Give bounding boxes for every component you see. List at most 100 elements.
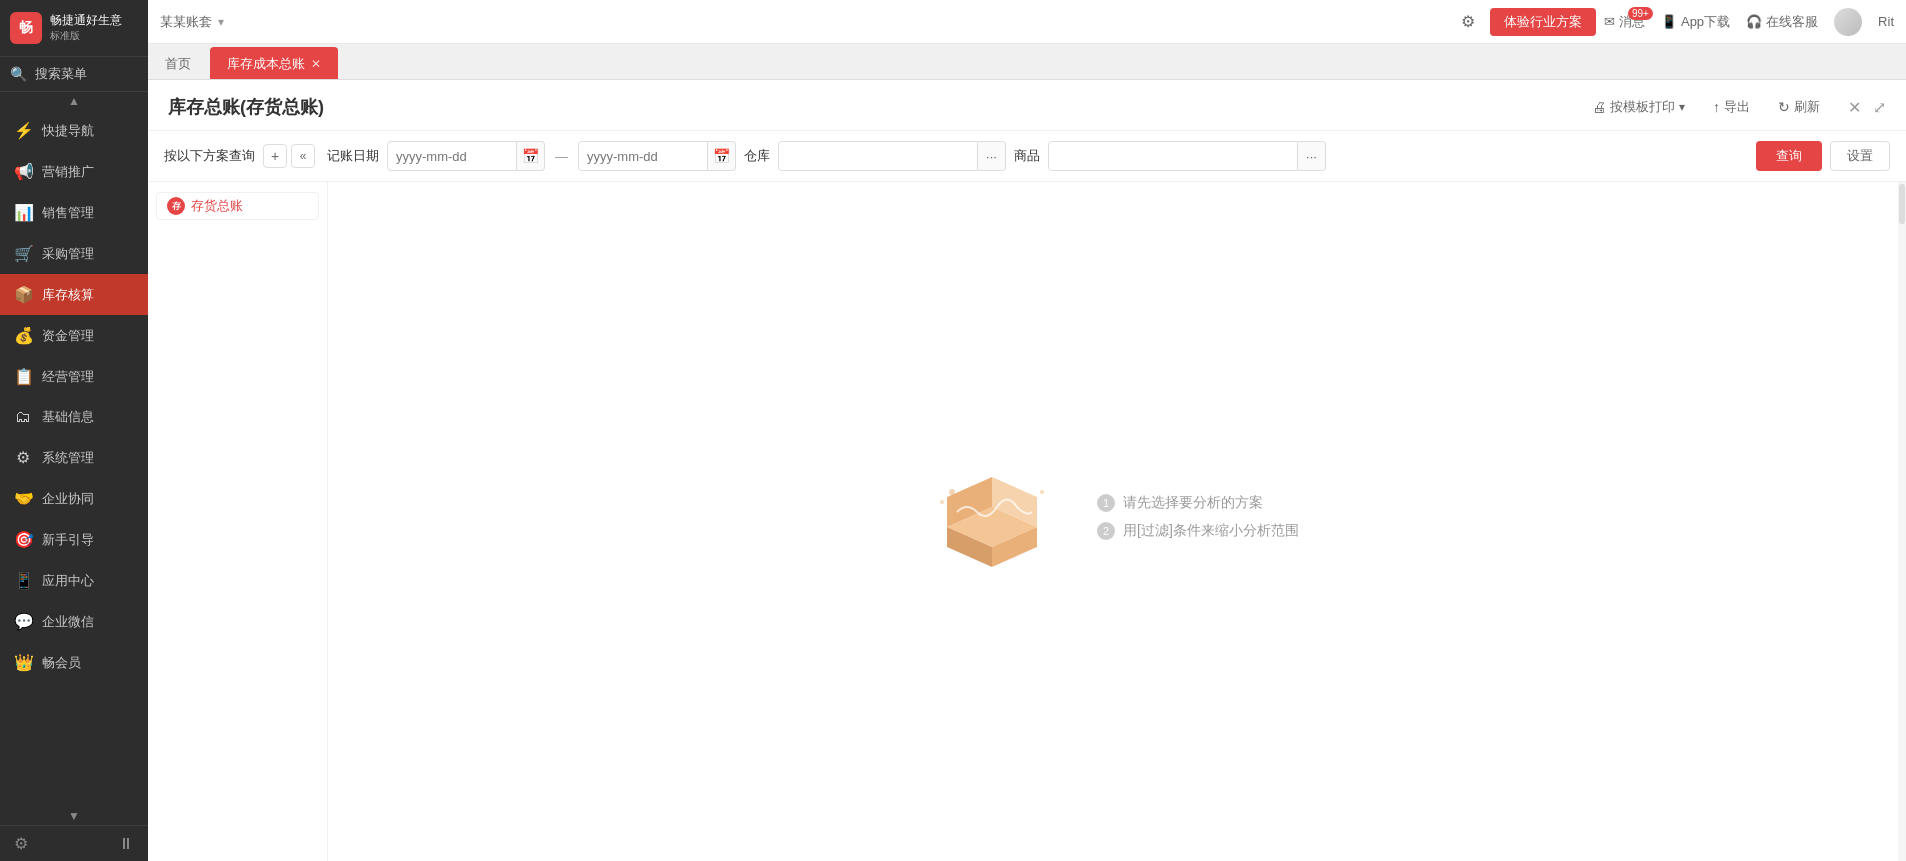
settings-icon[interactable]: ⚙ xyxy=(14,834,28,853)
audio-icon[interactable]: ⏸ xyxy=(118,835,134,853)
export-icon: ↑ xyxy=(1713,99,1720,115)
empty-state: 1 请先选择要分析的方案 2 用[过滤]条件来缩小分析范围 xyxy=(328,182,1898,861)
tabbar: 首页 库存成本总账 ✕ xyxy=(148,44,1906,80)
sidebar-item-vip[interactable]: 👑 畅会员 xyxy=(0,642,148,683)
sidebar-item-purchase[interactable]: 🛒 采购管理 xyxy=(0,233,148,274)
avatar xyxy=(1834,8,1862,36)
print-btn[interactable]: 🖨 按模板打印 ▾ xyxy=(1584,94,1693,120)
sidebar-item-label: 快捷导航 xyxy=(42,122,94,140)
page-actions: 🖨 按模板打印 ▾ ↑ 导出 ↻ 刷新 ✕ ⤢ xyxy=(1584,94,1886,120)
page-header: 库存总账(存货总账) 🖨 按模板打印 ▾ ↑ 导出 ↻ 刷新 ✕ ⤢ xyxy=(148,80,1906,131)
empty-step-2: 2 用[过滤]条件来缩小分析范围 xyxy=(1097,522,1299,540)
sidebar-item-sales[interactable]: 📊 销售管理 xyxy=(0,192,148,233)
warehouse-select-group: ··· xyxy=(778,141,1006,171)
logo-sub: 标准版 xyxy=(50,29,122,43)
apps-icon: 📱 xyxy=(14,571,32,590)
scheme-item-inventory[interactable]: 存 存货总账 xyxy=(156,192,319,220)
message-badge: 99+ xyxy=(1628,7,1653,20)
search-btn[interactable]: 查询 xyxy=(1756,141,1822,171)
scroll-down-btn[interactable]: ▼ xyxy=(0,807,148,825)
warehouse-label: 仓库 xyxy=(744,147,770,165)
scrollbar-thumb[interactable] xyxy=(1899,184,1905,224)
page-title: 库存总账(存货总账) xyxy=(168,95,324,119)
empty-text: 1 请先选择要分析的方案 2 用[过滤]条件来缩小分析范围 xyxy=(1097,494,1299,550)
breadcrumb-chevron-icon[interactable]: ▾ xyxy=(218,15,224,29)
sidebar-item-inventory[interactable]: 📦 库存核算 xyxy=(0,274,148,315)
online-support-btn[interactable]: 🎧 在线客服 xyxy=(1746,13,1818,31)
app-download-btn[interactable]: 📱 App下载 xyxy=(1661,13,1730,31)
sidebar-item-label: 应用中心 xyxy=(42,572,94,590)
sidebar-item-apps[interactable]: 📱 应用中心 xyxy=(0,560,148,601)
warehouse-input[interactable] xyxy=(778,141,978,171)
print-icon: 🖨 xyxy=(1592,99,1606,115)
date-label: 记账日期 xyxy=(327,147,379,165)
sidebar-item-corp[interactable]: 🤝 企业协同 xyxy=(0,478,148,519)
sidebar-item-basic[interactable]: 🗂 基础信息 xyxy=(0,397,148,437)
content-main: 1 请先选择要分析的方案 2 用[过滤]条件来缩小分析范围 xyxy=(328,182,1898,861)
tab-inventory-ledger[interactable]: 库存成本总账 ✕ xyxy=(210,47,338,79)
shortcut-icon: ⚡ xyxy=(14,121,32,140)
sidebar-footer: ⚙ ⏸ xyxy=(0,825,148,861)
breadcrumb-text: 某某账套 xyxy=(160,13,212,31)
tab-home[interactable]: 首页 xyxy=(148,47,208,79)
date-start-group: 📅 xyxy=(387,141,545,171)
panel-expand-btn[interactable]: ⤢ xyxy=(1873,98,1886,117)
inventory-icon: 📦 xyxy=(14,285,32,304)
date-end-calendar-btn[interactable]: 📅 xyxy=(708,141,736,171)
sidebar-item-label: 营销推广 xyxy=(42,163,94,181)
sidebar-item-finance[interactable]: 💰 资金管理 xyxy=(0,315,148,356)
scheme-panel: 存 存货总账 xyxy=(148,182,328,861)
warehouse-more-btn[interactable]: ··· xyxy=(978,141,1006,171)
sidebar-item-shortcut[interactable]: ⚡ 快捷导航 xyxy=(0,110,148,151)
step2-text: 用[过滤]条件来缩小分析范围 xyxy=(1123,522,1299,540)
export-btn[interactable]: ↑ 导出 xyxy=(1705,94,1758,120)
print-chevron-icon[interactable]: ▾ xyxy=(1679,100,1685,114)
step2-num: 2 xyxy=(1097,522,1115,540)
sidebar-item-label: 新手引导 xyxy=(42,531,94,549)
sidebar-item-label: 销售管理 xyxy=(42,204,94,222)
sidebar-item-operation[interactable]: 📋 经营管理 xyxy=(0,356,148,397)
step1-text: 请先选择要分析的方案 xyxy=(1123,494,1263,512)
system-icon: ⚙ xyxy=(14,448,32,467)
date-separator: — xyxy=(553,149,570,164)
date-end-input[interactable] xyxy=(578,141,708,171)
vip-icon: 👑 xyxy=(14,653,32,672)
settings-btn[interactable]: 设置 xyxy=(1830,141,1890,171)
filter-label-group: 按以下方案查询 + « xyxy=(164,141,315,171)
sidebar-item-wechat[interactable]: 💬 企业微信 xyxy=(0,601,148,642)
industry-btn[interactable]: 体验行业方案 xyxy=(1490,8,1596,36)
sidebar-item-system[interactable]: ⚙ 系统管理 xyxy=(0,437,148,478)
message-btn[interactable]: ✉ 消息 99+ xyxy=(1604,13,1645,31)
empty-box-svg xyxy=(927,457,1057,587)
filter-area: 按以下方案查询 + « 记账日期 📅 — 📅 仓库 xyxy=(148,131,1906,182)
topbar: 某某账套 ▾ ⚙ 体验行业方案 ✉ 消息 99+ 📱 App下载 🎧 在线客服 … xyxy=(148,0,1906,44)
search-menu[interactable]: 🔍 搜索菜单 xyxy=(0,57,148,92)
purchase-icon: 🛒 xyxy=(14,244,32,263)
logo-text: 畅捷通好生意 xyxy=(50,13,122,29)
search-icon: 🔍 xyxy=(10,66,27,82)
panel-close-btn[interactable]: ✕ xyxy=(1848,98,1861,117)
export-label: 导出 xyxy=(1724,98,1750,116)
scroll-up-btn[interactable]: ▲ xyxy=(0,92,148,110)
topbar-gear-btn[interactable]: ⚙ xyxy=(1454,8,1482,36)
date-start-calendar-btn[interactable]: 📅 xyxy=(517,141,545,171)
finance-icon: 💰 xyxy=(14,326,32,345)
sidebar-item-marketing[interactable]: 📢 营销推广 xyxy=(0,151,148,192)
guide-icon: 🎯 xyxy=(14,530,32,549)
sales-icon: 📊 xyxy=(14,203,32,222)
goods-more-btn[interactable]: ··· xyxy=(1298,141,1326,171)
refresh-icon: ↻ xyxy=(1778,99,1790,115)
sidebar-item-guide[interactable]: 🎯 新手引导 xyxy=(0,519,148,560)
refresh-btn[interactable]: ↻ 刷新 xyxy=(1770,94,1828,120)
print-label: 按模板打印 xyxy=(1610,98,1675,116)
filter-collapse-btn[interactable]: « xyxy=(291,144,315,168)
tab-close-icon[interactable]: ✕ xyxy=(311,57,321,71)
svg-point-6 xyxy=(1040,490,1044,494)
sidebar-item-label: 库存核算 xyxy=(42,286,94,304)
date-start-input[interactable] xyxy=(387,141,517,171)
tab-inventory-ledger-label: 库存成本总账 xyxy=(227,55,305,73)
filter-add-btn[interactable]: + xyxy=(263,144,287,168)
step1-num: 1 xyxy=(1097,494,1115,512)
goods-input[interactable] xyxy=(1048,141,1298,171)
username-label: Rit xyxy=(1878,14,1894,29)
